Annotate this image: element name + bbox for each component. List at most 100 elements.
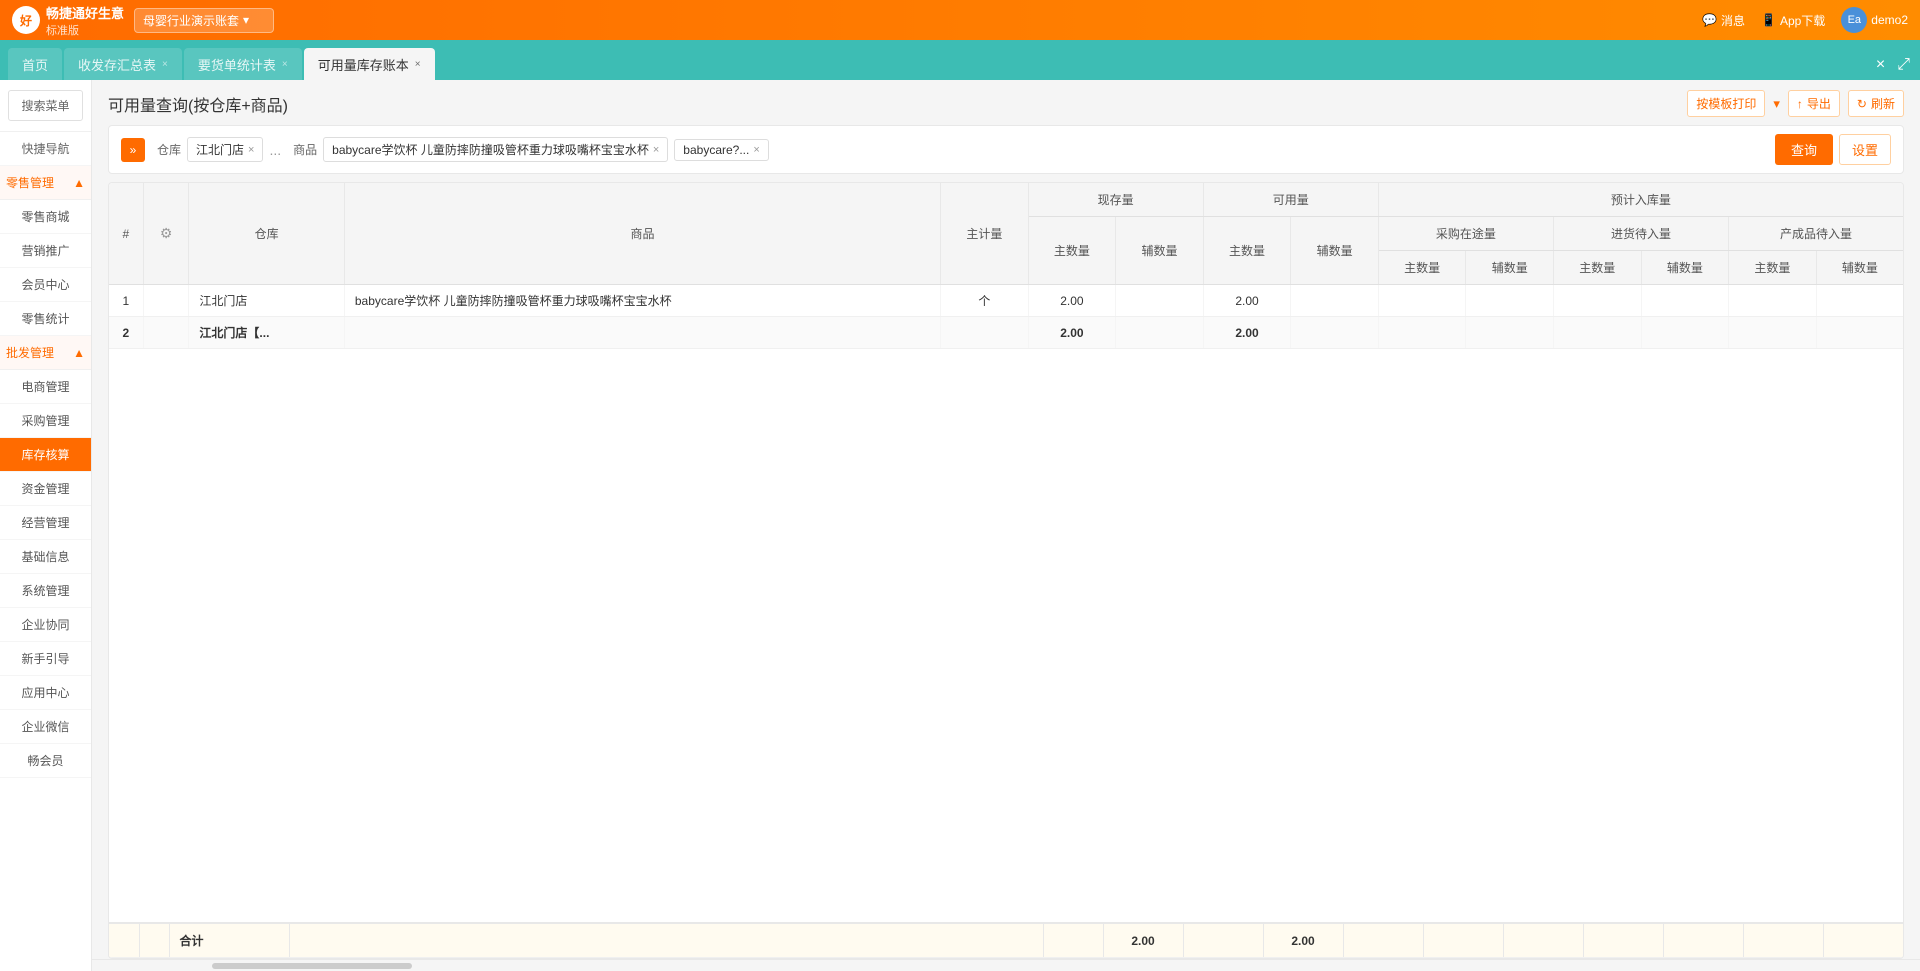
sidebar-item-wechat[interactable]: 企业微信	[0, 710, 91, 744]
row2-warehouse: 江北门店【...	[189, 317, 344, 349]
th-settings[interactable]: ⚙	[143, 183, 189, 285]
message-btn[interactable]: 💬 消息	[1702, 12, 1745, 29]
tab-keyongliang[interactable]: 可用量库存账本 ×	[304, 48, 435, 80]
product-remove[interactable]: ×	[653, 144, 659, 156]
industry-selector[interactable]: 母婴行业演示账套 ▾	[134, 8, 274, 33]
footer-pur1	[1423, 923, 1503, 958]
query-btn[interactable]: 查询	[1775, 134, 1833, 165]
warehouse-ellipsis[interactable]: ...	[269, 142, 281, 158]
app-download-btn[interactable]: 📱 App下载	[1761, 12, 1825, 29]
search-menu-btn[interactable]: 搜索菜单	[8, 90, 83, 121]
warehouse-remove[interactable]: ×	[248, 144, 254, 156]
username: demo2	[1871, 13, 1908, 27]
tab-yaohuo[interactable]: 要货单统计表 ×	[184, 48, 302, 80]
table-area: # ⚙ 仓库 商品 主计量 现存量 可用量 预计入库量 主数量 辅数量	[108, 182, 1904, 959]
product-tag: babycare学饮杯 儿童防摔防撞吸管杯重力球吸嘴杯宝宝水杯 ×	[323, 137, 668, 162]
sidebar-item-purchase[interactable]: 采购管理	[0, 404, 91, 438]
page-actions: 按模板打印 ▾ ↑ 导出 ↻ 刷新	[1687, 90, 1904, 117]
sidebar-item-zero-mall[interactable]: 零售商城	[0, 200, 91, 234]
row1-pur-transit-aux	[1466, 285, 1554, 317]
sidebar-item-ecommerce[interactable]: 电商管理	[0, 370, 91, 404]
export-label: 导出	[1807, 95, 1831, 112]
row2-stock-main: 2.00	[1028, 317, 1116, 349]
sidebar-item-enterprise[interactable]: 企业协同	[0, 608, 91, 642]
row2-pur-transit-main	[1378, 317, 1466, 349]
sidebar-item-marketing[interactable]: 营销推广	[0, 234, 91, 268]
user-area[interactable]: Ea demo2	[1841, 7, 1908, 33]
footer-in2	[1663, 923, 1743, 958]
footer-stock-aux	[1183, 923, 1263, 958]
product-more-remove[interactable]: ×	[753, 144, 759, 156]
zero-sales-label: 零售管理	[6, 174, 54, 191]
tab-shoufacun-close[interactable]: ×	[162, 59, 168, 70]
print-btn[interactable]: 按模板打印	[1687, 90, 1765, 117]
row2-in-pending-main	[1554, 317, 1642, 349]
footer-table: 合计 2.00 2.00	[109, 922, 1903, 958]
footer-label: 合计	[169, 923, 289, 958]
th-pur-transit-aux: 辅数量	[1466, 251, 1554, 285]
sidebar: 搜索菜单 快捷导航 零售管理 ▲ 零售商城 营销推广 会员中心 零售统计 批发管…	[0, 80, 92, 971]
sidebar-item-ops[interactable]: 经营管理	[0, 506, 91, 540]
th-in-pending: 进货待入量	[1554, 217, 1729, 251]
sidebar-section-batch[interactable]: 批发管理 ▲	[0, 336, 91, 370]
close-all-btn[interactable]: ×	[1874, 54, 1887, 76]
filter-toggle-btn[interactable]: »	[121, 138, 145, 162]
sidebar-item-basic[interactable]: 基础信息	[0, 540, 91, 574]
scroll-bar-area	[92, 959, 1920, 971]
table-row: 2 江北门店【... 2.00 2.00	[109, 317, 1903, 349]
th-prod-pending-main: 主数量	[1729, 251, 1817, 285]
sidebar-search-area: 搜索菜单	[0, 80, 91, 132]
sidebar-item-system[interactable]: 系统管理	[0, 574, 91, 608]
th-stock-main: 主数量	[1028, 217, 1116, 285]
zero-sales-arrow: ▲	[73, 176, 85, 190]
sidebar-item-inventory[interactable]: 库存核算	[0, 438, 91, 472]
warehouse-tag: 江北门店 ×	[187, 137, 263, 162]
row1-pur-transit-main	[1378, 285, 1466, 317]
sidebar-item-quick-nav[interactable]: 快捷导航	[0, 132, 91, 166]
warehouse-label: 仓库	[157, 141, 181, 158]
refresh-btn[interactable]: ↻ 刷新	[1848, 90, 1904, 117]
sidebar-item-appcenter[interactable]: 应用中心	[0, 676, 91, 710]
sidebar-item-finance[interactable]: 资金管理	[0, 472, 91, 506]
sidebar-item-retail-stats[interactable]: 零售统计	[0, 302, 91, 336]
footer-in1	[1583, 923, 1663, 958]
footer-empty1	[109, 923, 139, 958]
th-available: 可用量	[1203, 183, 1378, 217]
product-tag-more: babycare?... ×	[674, 139, 768, 161]
row1-in-pending-main	[1554, 285, 1642, 317]
sidebar-item-members[interactable]: 会员中心	[0, 268, 91, 302]
settings-icon[interactable]: ⚙	[160, 225, 173, 241]
tab-yaohuo-close[interactable]: ×	[282, 59, 288, 70]
nav-tabs: 首页 收发存汇总表 × 要货单统计表 × 可用量库存账本 × × ⤢	[0, 40, 1920, 80]
logo-text: 畅捷通好生意	[46, 3, 124, 22]
row1-avail-aux	[1291, 285, 1379, 317]
footer-empty4	[1043, 923, 1103, 958]
footer-stock-main: 2.00	[1103, 923, 1183, 958]
th-forecast-in: 预计入库量	[1378, 183, 1903, 217]
horizontal-scrollbar[interactable]	[212, 963, 412, 969]
footer-avail-aux	[1343, 923, 1423, 958]
dropdown-icon: ▾	[243, 13, 249, 27]
nav-tab-actions: × ⤢	[1874, 54, 1912, 80]
row2-prod-pending-main	[1729, 317, 1817, 349]
footer-empty3	[289, 923, 1043, 958]
sidebar-section-zero-sales[interactable]: 零售管理 ▲	[0, 166, 91, 200]
message-icon: 💬	[1702, 13, 1717, 27]
tab-shoufacun[interactable]: 收发存汇总表 ×	[64, 48, 182, 80]
row2-stock-aux	[1116, 317, 1204, 349]
th-in-pending-main: 主数量	[1554, 251, 1642, 285]
sidebar-item-newguide[interactable]: 新手引导	[0, 642, 91, 676]
top-bar-left: 好 畅捷通好生意 标准版 母婴行业演示账套 ▾	[12, 3, 274, 38]
expand-btn[interactable]: ⤢	[1895, 54, 1912, 76]
tab-keyongliang-close[interactable]: ×	[415, 59, 421, 70]
refresh-icon: ↻	[1857, 97, 1867, 111]
sidebar-item-member[interactable]: 畅会员	[0, 744, 91, 778]
export-btn[interactable]: ↑ 导出	[1788, 90, 1840, 117]
logo-sub: 标准版	[46, 22, 124, 38]
th-avail-aux: 辅数量	[1291, 217, 1379, 285]
row2-in-pending-aux	[1641, 317, 1729, 349]
print-dropdown-icon[interactable]: ▾	[1773, 96, 1780, 112]
setting-btn[interactable]: 设置	[1839, 134, 1891, 165]
tab-home[interactable]: 首页	[8, 48, 62, 80]
th-pur-transit-main: 主数量	[1378, 251, 1466, 285]
